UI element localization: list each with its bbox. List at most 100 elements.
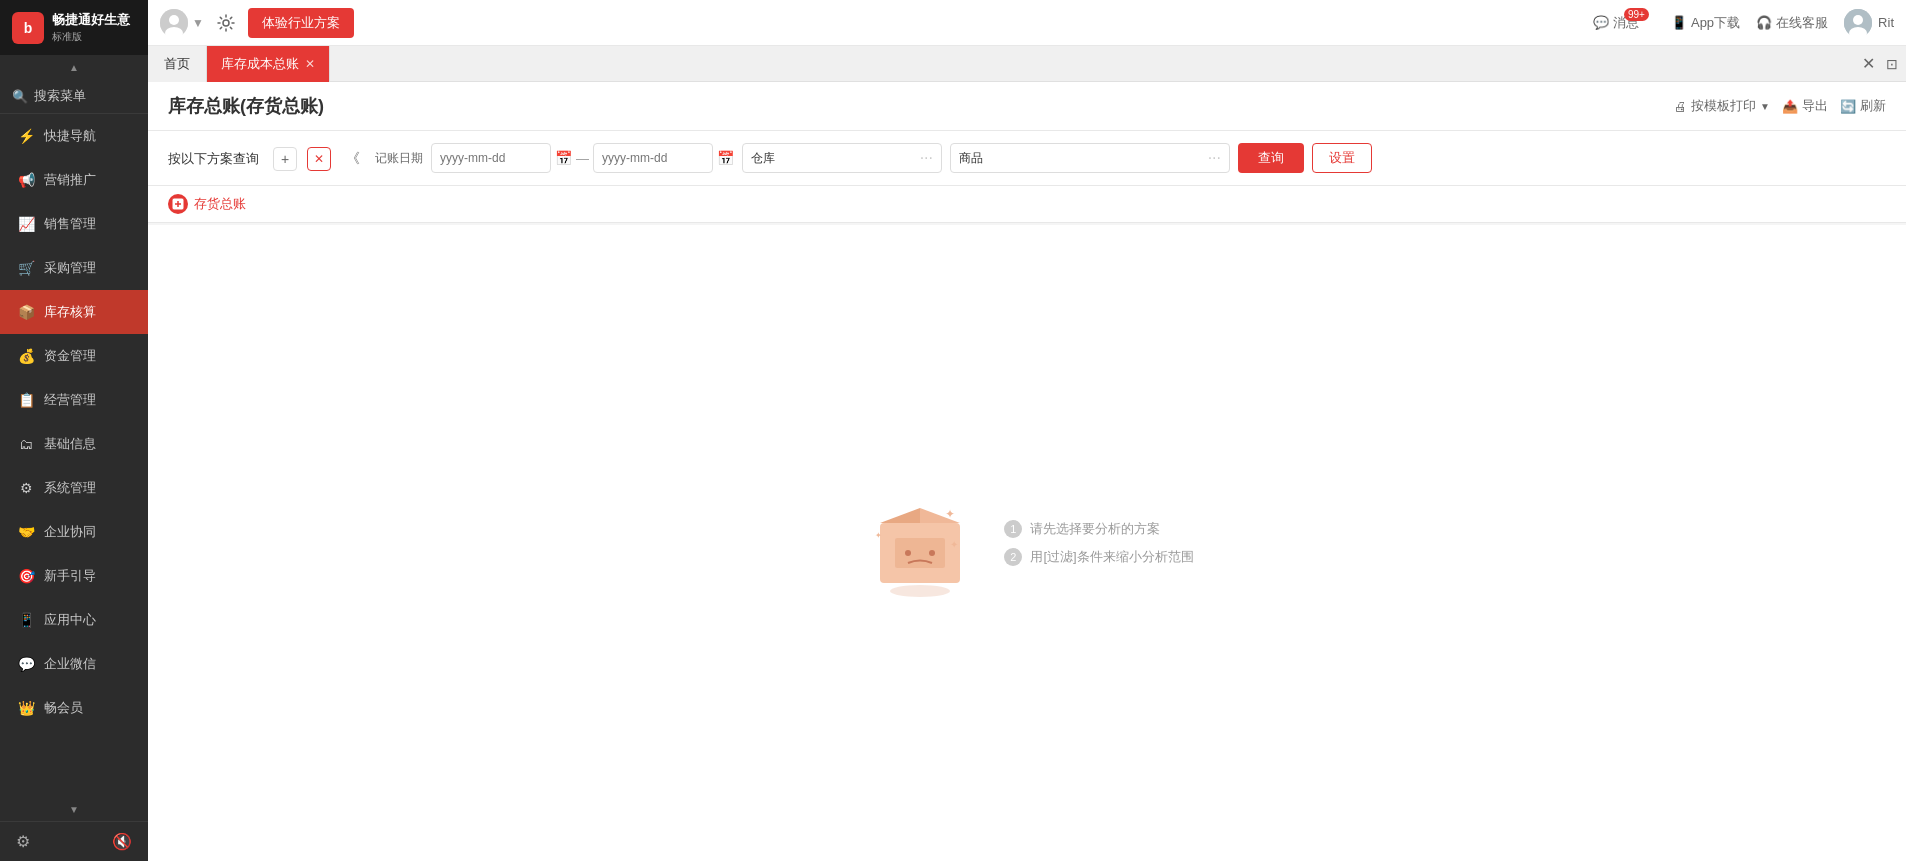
sidebar-search[interactable]: 🔍 搜索菜单 (0, 79, 148, 114)
membership-icon: 👑 (16, 698, 36, 718)
sub-filter-item-inventory[interactable]: 存货总账 (168, 194, 246, 214)
empty-content: ✦ ✦ ✦ 1 请先选择要分析的方案 2 用[过滤]条件来缩小分析范围 (860, 483, 1193, 603)
svg-point-10 (890, 585, 950, 597)
quick-nav-icon: ⚡ (16, 126, 36, 146)
print-template-btn[interactable]: 🖨 按模板打印 ▼ (1674, 97, 1770, 115)
home-tab-label: 首页 (164, 55, 190, 73)
print-icon: 🖨 (1674, 99, 1687, 114)
app-download-label: App下载 (1691, 14, 1740, 32)
date-field-label: 记账日期 (375, 150, 423, 167)
sub-filter-item-label: 存货总账 (194, 195, 246, 213)
basic-info-icon: 🗂 (16, 434, 36, 454)
topbar-user-name: Rit (1878, 15, 1894, 30)
purchase-icon: 🛒 (16, 258, 36, 278)
sidebar-item-label: 资金管理 (44, 347, 96, 365)
sidebar-item-label: 新手引导 (44, 567, 96, 585)
empty-state: ✦ ✦ ✦ 1 请先选择要分析的方案 2 用[过滤]条件来缩小分析范围 (148, 225, 1906, 861)
sidebar-item-wechat[interactable]: 💬 企业微信 (0, 642, 148, 686)
refresh-btn[interactable]: 🔄 刷新 (1840, 97, 1886, 115)
warehouse-label: 仓库 (751, 150, 775, 167)
sidebar-item-finance[interactable]: 💰 资金管理 (0, 334, 148, 378)
sidebar-item-quick-nav[interactable]: ⚡ 快捷导航 (0, 114, 148, 158)
topbar-user-info[interactable]: Rit (1844, 9, 1894, 37)
sidebar-item-sales[interactable]: 📈 销售管理 (0, 202, 148, 246)
export-icon: 📤 (1782, 99, 1798, 114)
svg-point-3 (223, 20, 229, 26)
hint-2-num: 2 (1004, 548, 1022, 566)
sidebar-item-label: 采购管理 (44, 259, 96, 277)
svg-rect-14 (895, 538, 945, 568)
sidebar-scroll-up[interactable]: ▲ (0, 55, 148, 79)
app-logo: b 畅捷通好生意 标准版 (0, 0, 148, 55)
sidebar-item-label: 系统管理 (44, 479, 96, 497)
tab-close-all-btn[interactable]: ✕ (1854, 50, 1882, 78)
tab-close-icon[interactable]: ✕ (305, 57, 315, 71)
sidebar-item-label: 营销推广 (44, 171, 96, 189)
filter-add-btn[interactable]: + (273, 147, 297, 171)
newbie-icon: 🎯 (16, 566, 36, 586)
sidebar-item-system[interactable]: ⚙ 系统管理 (0, 466, 148, 510)
filter-collapse-btn[interactable]: 《 (341, 147, 365, 171)
export-btn[interactable]: 📤 导出 (1782, 97, 1828, 115)
hint-1-text: 请先选择要分析的方案 (1030, 520, 1160, 538)
export-label: 导出 (1802, 97, 1828, 115)
sidebar-item-operations[interactable]: 📋 经营管理 (0, 378, 148, 422)
headset-icon: 🎧 (1756, 15, 1772, 30)
sidebar-item-marketing[interactable]: 📢 营销推广 (0, 158, 148, 202)
tab-expand-icon[interactable]: ⊡ (1886, 56, 1898, 72)
filter-settings-btn[interactable]: 设置 (1312, 143, 1372, 173)
app-download-btn[interactable]: 📱 App下载 (1671, 14, 1740, 32)
online-support-label: 在线客服 (1776, 14, 1828, 32)
query-btn[interactable]: 查询 (1238, 143, 1304, 173)
svg-text:✦: ✦ (950, 539, 958, 550)
warehouse-select[interactable]: 仓库 ··· (742, 143, 942, 173)
audio-icon[interactable]: 🔇 (112, 832, 132, 851)
user-selector[interactable]: ▼ (160, 9, 204, 37)
search-icon: 🔍 (12, 89, 28, 104)
marketing-icon: 📢 (16, 170, 36, 190)
logo-text: 畅捷通好生意 标准版 (52, 11, 130, 43)
app-center-icon: 📱 (16, 610, 36, 630)
industry-btn[interactable]: 体验行业方案 (248, 8, 354, 38)
sidebar-item-enterprise[interactable]: 🤝 企业协同 (0, 510, 148, 554)
sidebar-item-membership[interactable]: 👑 畅会员 (0, 686, 148, 730)
date-end-input[interactable] (593, 143, 713, 173)
sub-filter: 存货总账 (148, 186, 1906, 223)
sidebar-footer: ⚙ 🔇 (0, 821, 148, 861)
svg-text:✦: ✦ (875, 531, 882, 540)
calendar-start-icon[interactable]: 📅 (555, 150, 572, 166)
sidebar-item-app-center[interactable]: 📱 应用中心 (0, 598, 148, 642)
empty-illustration: ✦ ✦ ✦ (860, 483, 980, 603)
sales-icon: 📈 (16, 214, 36, 234)
empty-hint-1: 1 请先选择要分析的方案 (1004, 520, 1193, 538)
sidebar-item-newbie[interactable]: 🎯 新手引导 (0, 554, 148, 598)
sidebar-item-label: 企业微信 (44, 655, 96, 673)
sidebar-item-label: 快捷导航 (44, 127, 96, 145)
wechat-icon: 💬 (16, 654, 36, 674)
sidebar-nav: ⚡ 快捷导航 📢 营销推广 📈 销售管理 🛒 采购管理 📦 库存核算 💰 资金管… (0, 114, 148, 797)
product-select[interactable]: 商品 ··· (950, 143, 1230, 173)
active-tab-label: 库存成本总账 (221, 55, 299, 73)
sidebar-item-basic-info[interactable]: 🗂 基础信息 (0, 422, 148, 466)
date-start-input[interactable] (431, 143, 551, 173)
filter-row: 记账日期 📅 — 📅 仓库 ··· 商品 ··· 查询 设置 (375, 143, 1886, 173)
hint-2-text: 用[过滤]条件来缩小分析范围 (1030, 548, 1193, 566)
tab-home[interactable]: 首页 (148, 46, 207, 82)
svg-marker-12 (880, 508, 920, 523)
refresh-icon: 🔄 (1840, 99, 1856, 114)
finance-icon: 💰 (16, 346, 36, 366)
sidebar-item-inventory[interactable]: 📦 库存核算 (0, 290, 148, 334)
mobile-icon: 📱 (1671, 15, 1687, 30)
filter-clear-btn[interactable]: ✕ (307, 147, 331, 171)
tab-inventory-ledger[interactable]: 库存成本总账 ✕ (207, 46, 330, 82)
message-btn[interactable]: 💬 消息 99+ (1593, 14, 1639, 32)
sidebar-item-purchase[interactable]: 🛒 采购管理 (0, 246, 148, 290)
online-support-btn[interactable]: 🎧 在线客服 (1756, 14, 1828, 32)
sidebar-item-label: 畅会员 (44, 699, 83, 717)
calendar-end-icon[interactable]: 📅 (717, 150, 734, 166)
settings-icon[interactable]: ⚙ (16, 832, 30, 851)
svg-point-1 (169, 15, 179, 25)
sidebar-scroll-down[interactable]: ▼ (0, 797, 148, 821)
settings-gear-icon[interactable] (212, 9, 240, 37)
product-label: 商品 (959, 150, 983, 167)
